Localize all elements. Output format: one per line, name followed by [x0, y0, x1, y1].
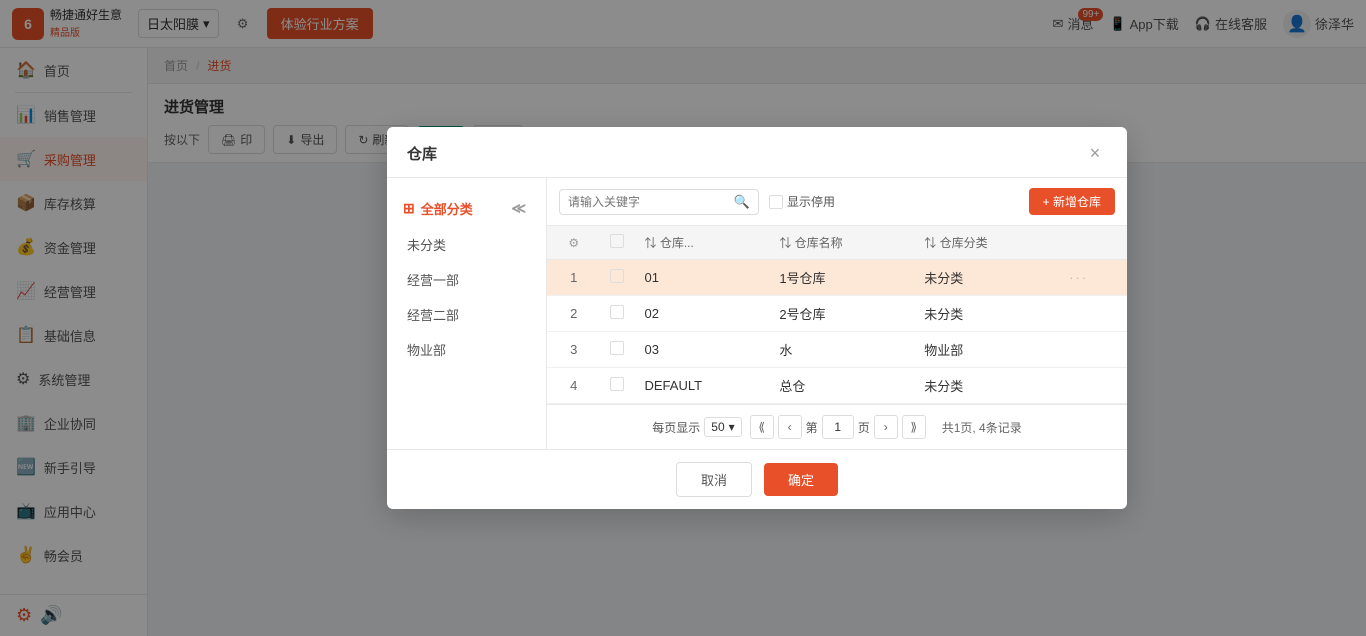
sort-icon: ⇅ — [644, 236, 656, 250]
row-checkbox-2[interactable] — [600, 296, 634, 332]
table-row[interactable]: 1 01 1号仓库 未分类 ··· — [547, 260, 1127, 296]
col-name-header: ⇅ 仓库名称 — [769, 226, 914, 260]
row-checkbox-4[interactable] — [600, 368, 634, 404]
row-checkbox-3[interactable] — [600, 332, 634, 368]
row-actions-3[interactable] — [1059, 332, 1127, 368]
col-category-header: ⇅ 仓库分类 — [914, 226, 1059, 260]
row-category-4: 未分类 — [914, 368, 1059, 404]
modal-body: ⊞ 全部分类 ≪ 未分类 经营一部 经营二部 物业部 🔍 显示停用 + 新增仓库 — [387, 178, 1127, 449]
row-code-3: 03 — [634, 332, 769, 368]
row-num: 2 — [547, 296, 600, 332]
col-actions-header — [1059, 226, 1127, 260]
row-category-2: 未分类 — [914, 296, 1059, 332]
row-code-1: 01 — [634, 260, 769, 296]
row-num: 3 — [547, 332, 600, 368]
page-suffix: 页 — [858, 419, 870, 436]
row-name-4: 总仓 — [769, 368, 914, 404]
category-item-ops2[interactable]: 经营二部 — [387, 297, 546, 332]
warehouse-modal: 仓库 × ⊞ 全部分类 ≪ 未分类 经营一部 经营二部 物业部 🔍 — [387, 127, 1127, 509]
collapse-category-button[interactable]: ≪ — [507, 198, 530, 219]
category-item-property[interactable]: 物业部 — [387, 332, 546, 367]
table-row[interactable]: 3 03 水 物业部 — [547, 332, 1127, 368]
new-warehouse-button[interactable]: + 新增仓库 — [1029, 188, 1115, 215]
row-name-3: 水 — [769, 332, 914, 368]
table-row[interactable]: 4 DEFAULT 总仓 未分类 — [547, 368, 1127, 404]
page-number-input[interactable] — [822, 415, 854, 439]
warehouse-table: ⚙ ⇅ 仓库... ⇅ 仓库名称 ⇅ 仓库分类 — [547, 226, 1127, 404]
search-box: 🔍 — [559, 189, 759, 215]
all-category-label: 全部分类 — [421, 199, 473, 218]
per-page-arrow: ▾ — [729, 420, 735, 434]
category-item-unclassified[interactable]: 未分类 — [387, 227, 546, 262]
row-checkbox-1[interactable] — [600, 260, 634, 296]
more-icon-1[interactable]: ··· — [1069, 270, 1088, 285]
col-code-header: ⇅ 仓库... — [634, 226, 769, 260]
data-table: ⚙ ⇅ 仓库... ⇅ 仓库名称 ⇅ 仓库分类 — [547, 226, 1127, 404]
show-disabled-text: 显示停用 — [787, 193, 835, 210]
cancel-button[interactable]: 取消 — [676, 462, 752, 497]
table-header-row: ⚙ ⇅ 仓库... ⇅ 仓库名称 ⇅ 仓库分类 — [547, 226, 1127, 260]
page-navigation: ⟪ ‹ 第 页 › ⟫ — [750, 415, 926, 439]
page-label: 第 — [806, 419, 818, 436]
table-row[interactable]: 2 02 2号仓库 未分类 — [547, 296, 1127, 332]
table-toolbar: 🔍 显示停用 + 新增仓库 — [547, 178, 1127, 226]
prev-page-button[interactable]: ‹ — [778, 415, 802, 439]
row-actions-2[interactable] — [1059, 296, 1127, 332]
first-page-button[interactable]: ⟪ — [750, 415, 774, 439]
row-name-2: 2号仓库 — [769, 296, 914, 332]
show-disabled-label[interactable]: 显示停用 — [769, 193, 835, 210]
page-size-selector: 每页显示 50 ▾ — [652, 417, 741, 437]
row-category-3: 物业部 — [914, 332, 1059, 368]
pagination: 每页显示 50 ▾ ⟪ ‹ 第 页 › ⟫ 共1页, 4条记录 — [547, 404, 1127, 449]
row-category-1: 未分类 — [914, 260, 1059, 296]
category-item-ops1[interactable]: 经营一部 — [387, 262, 546, 297]
modal-title: 仓库 — [407, 143, 437, 164]
all-category-header[interactable]: ⊞ 全部分类 ≪ — [387, 190, 546, 227]
confirm-button[interactable]: 确定 — [764, 463, 838, 496]
row-code-4: DEFAULT — [634, 368, 769, 404]
row-code-2: 02 — [634, 296, 769, 332]
row-actions-1[interactable]: ··· — [1059, 260, 1127, 296]
per-page-select[interactable]: 50 ▾ — [704, 417, 741, 437]
search-icon: 🔍 — [734, 194, 750, 210]
modal-footer: 取消 确定 — [387, 449, 1127, 509]
next-page-button[interactable]: › — [874, 415, 898, 439]
table-body: 1 01 1号仓库 未分类 ··· 2 — [547, 260, 1127, 404]
last-page-button[interactable]: ⟫ — [902, 415, 926, 439]
per-page-label: 每页显示 — [652, 419, 700, 436]
sort-icon-name: ⇅ — [779, 236, 791, 250]
search-input[interactable] — [568, 195, 728, 209]
category-panel: ⊞ 全部分类 ≪ 未分类 经营一部 经营二部 物业部 — [387, 178, 547, 449]
col-checkbox-header[interactable] — [600, 226, 634, 260]
modal-header: 仓库 × — [387, 127, 1127, 178]
show-disabled-checkbox[interactable] — [769, 195, 783, 209]
row-name-1: 1号仓库 — [769, 260, 914, 296]
per-page-value: 50 — [711, 420, 724, 434]
row-actions-4[interactable] — [1059, 368, 1127, 404]
row-num: 4 — [547, 368, 600, 404]
select-all-checkbox[interactable] — [610, 234, 624, 248]
grid-icon: ⊞ — [403, 200, 415, 217]
page-total: 共1页, 4条记录 — [942, 419, 1022, 436]
modal-close-button[interactable]: × — [1083, 141, 1107, 165]
row-num: 1 — [547, 260, 600, 296]
sort-icon-cat: ⇅ — [924, 236, 936, 250]
col-settings[interactable]: ⚙ — [547, 226, 600, 260]
table-panel: 🔍 显示停用 + 新增仓库 ⚙ — [547, 178, 1127, 449]
